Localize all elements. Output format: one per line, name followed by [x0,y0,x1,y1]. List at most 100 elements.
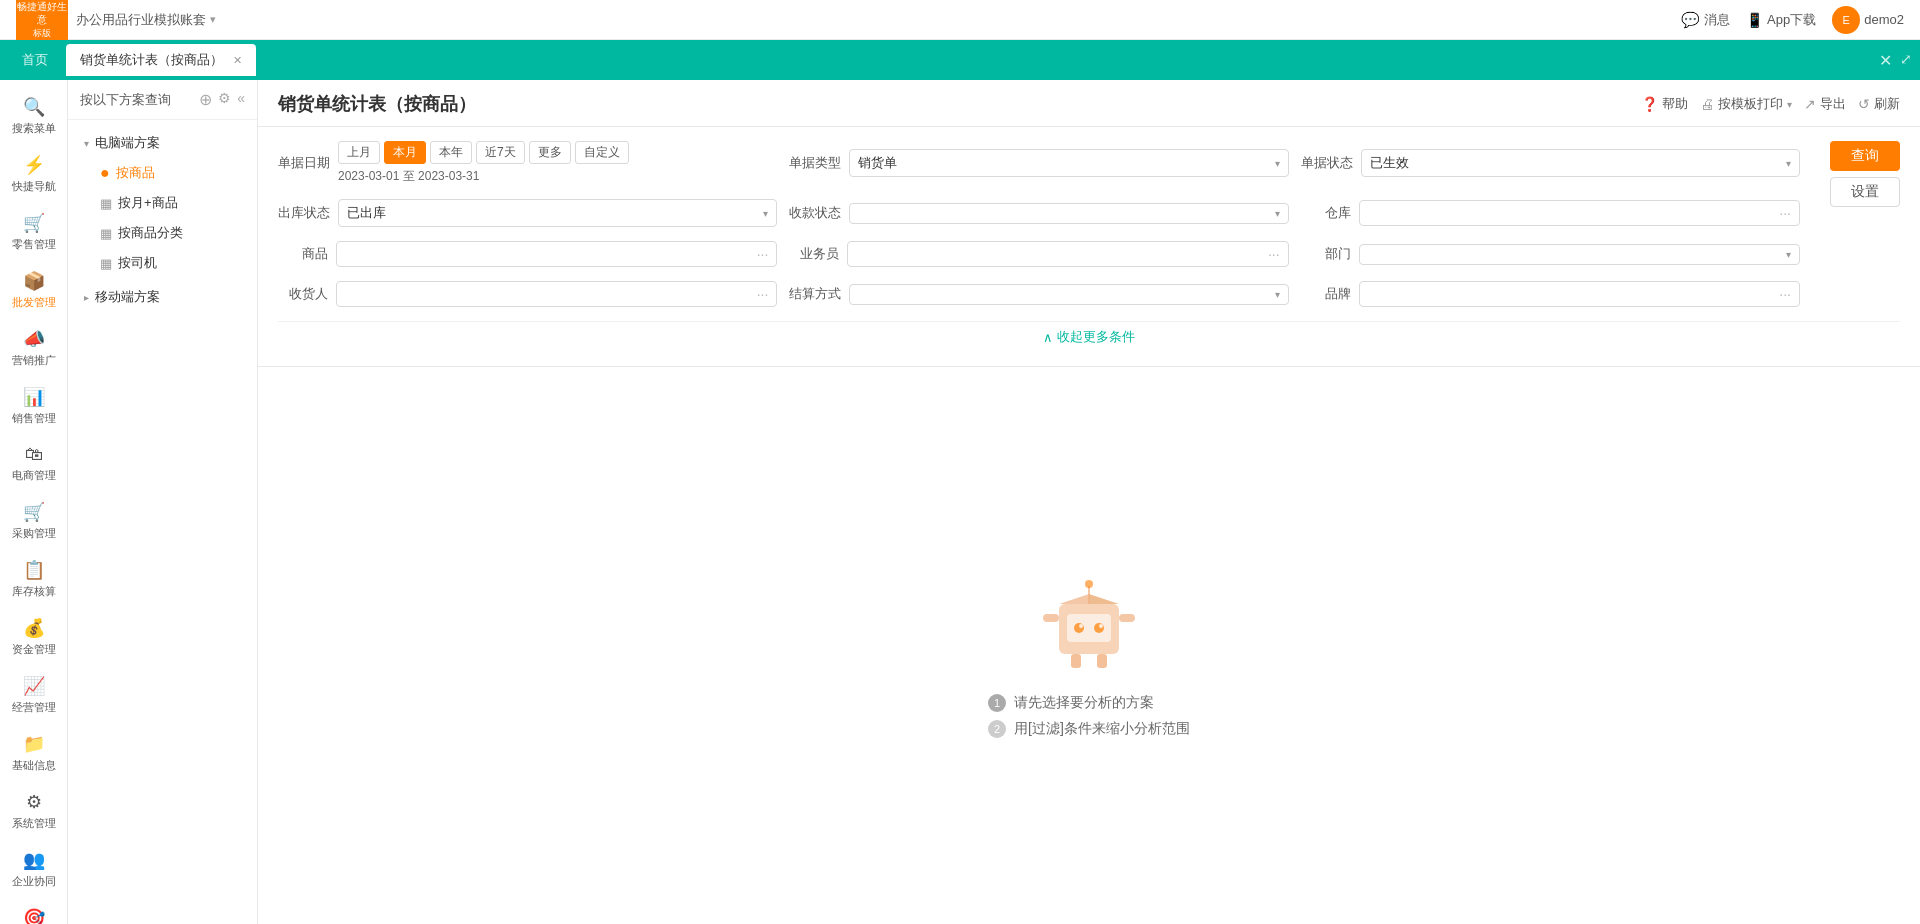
filter-pay-method-label: 结算方式 [789,285,849,303]
sidebar-header: 按以下方案查询 ⊕ ⚙ « [68,80,257,120]
sidebar-item-system[interactable]: ⚙ 系统管理 [2,783,66,839]
export-label: 导出 [1820,95,1846,113]
sidebar-item-wholesale[interactable]: 📦 批发管理 [2,262,66,318]
date-btn-custom[interactable]: 自定义 [575,141,629,164]
filter-type-select[interactable]: 销货单 ▾ [849,149,1288,177]
help-btn[interactable]: ❓ 帮助 [1641,95,1688,113]
sidebar-item-ecommerce[interactable]: 🛍 电商管理 [2,436,66,491]
sidebar-item-retail-label: 零售管理 [12,237,56,252]
refresh-label: 刷新 [1874,95,1900,113]
tree-item-by-category[interactable]: ▦ 按商品分类 [68,218,257,248]
marketing-icon: 📣 [23,328,45,350]
filter-pay-method-select[interactable]: ▾ [849,284,1288,305]
filter-dept-select[interactable]: ▾ [1359,244,1800,265]
filter-payment-label: 收款状态 [789,204,849,222]
filter-status-value: 已生效 [1370,154,1786,172]
tree-item-by-goods[interactable]: ● 按商品 [68,158,257,188]
tab-sales-stats[interactable]: 销货单统计表（按商品） ✕ [66,44,256,76]
svg-point-3 [1094,623,1104,633]
filter-wh-status-label: 出库状态 [278,204,338,222]
tab-maximize-icon[interactable]: ⤢ [1900,51,1912,70]
tree-by-month-icon: ▦ [100,196,112,211]
messages-btn[interactable]: 💬 消息 [1681,11,1730,29]
sidebar-add-icon[interactable]: ⊕ [199,90,212,109]
sidebar-item-purchase[interactable]: 🛒 采购管理 [2,493,66,549]
app-download-btn[interactable]: 📱 App下载 [1746,11,1816,29]
tabbar: 首页 销货单统计表（按商品） ✕ ✕ ⤢ [0,40,1920,80]
sidebar-item-marketing[interactable]: 📣 营销推广 [2,320,66,376]
staff-dots-icon[interactable]: ··· [1268,246,1280,262]
filter-row-2: 出库状态 已出库 ▾ 收款状态 ▾ 仓库 [278,199,1800,227]
print-btn[interactable]: 🖨 按模板打印 ▾ [1700,95,1792,113]
date-btn-more[interactable]: 更多 [529,141,571,164]
tab-home[interactable]: 首页 [8,44,62,76]
collapse-btn[interactable]: ∧ 收起更多条件 [278,321,1900,352]
date-btn-this-month[interactable]: 本月 [384,141,426,164]
workspace-title[interactable]: 办公用品行业模拟账套 ▾ [76,11,216,29]
help-label: 帮助 [1662,95,1688,113]
filter-goods-input[interactable]: ··· [336,241,777,267]
svg-rect-9 [1119,614,1135,622]
brand-dots-icon[interactable]: ··· [1779,286,1791,302]
filter-status-select[interactable]: 已生效 ▾ [1361,149,1800,177]
sidebar-item-basics-label: 基础信息 [12,758,56,773]
logo: 畅捷通好生意标版 [16,0,68,40]
svg-rect-1 [1067,614,1111,642]
filter-recipient-input[interactable]: ··· [336,281,777,307]
warehouse-dots-icon[interactable]: ··· [1779,205,1791,221]
refresh-btn[interactable]: ↺ 刷新 [1858,95,1900,113]
svg-rect-8 [1043,614,1059,622]
sidebar-collapse-icon[interactable]: « [237,90,245,109]
sidebar-item-sales[interactable]: 📊 销售管理 [2,378,66,434]
filter-brand-field: 品牌 ··· [1301,281,1800,307]
help-icon: ❓ [1641,96,1658,112]
status-arrow-icon: ▾ [1786,158,1791,169]
tree-item-mobile[interactable]: ▸ 移动端方案 [68,282,257,312]
filter-staff-input[interactable]: ··· [847,241,1288,267]
user-menu[interactable]: E demo2 [1832,6,1904,34]
sidebar-item-guide[interactable]: 🎯 新手引导 [2,899,66,924]
workspace-label: 办公用品行业模拟账套 [76,11,206,29]
sidebar-settings-icon[interactable]: ⚙ [218,90,231,109]
sidebar-item-inventory-label: 库存核算 [12,584,56,599]
svg-rect-7 [1097,654,1107,668]
sidebar-item-enterprise-label: 企业协同 [12,874,56,889]
sidebar-item-search-menu[interactable]: 🔍 搜索菜单 [2,88,66,144]
sidebar-item-retail[interactable]: 🛒 零售管理 [2,204,66,260]
export-btn[interactable]: ↗ 导出 [1804,95,1846,113]
sidebar-item-ecommerce-label: 电商管理 [12,468,56,483]
sidebar-item-quick-nav[interactable]: ⚡ 快捷导航 [2,146,66,202]
print-arrow-icon: ▾ [1787,99,1792,110]
date-btn-last-month[interactable]: 上月 [338,141,380,164]
tree-item-by-month-goods[interactable]: ▦ 按月+商品 [68,188,257,218]
sidebar-item-basics[interactable]: 📁 基础信息 [2,725,66,781]
page-header: 销货单统计表（按商品） ❓ 帮助 🖨 按模板打印 ▾ ↗ 导出 ↺ 刷新 [258,80,1920,127]
sidebar-item-operations[interactable]: 📈 经营管理 [2,667,66,723]
sidebar-tree: ▾ 电脑端方案 ● 按商品 ▦ 按月+商品 ▦ 按商品分类 ▦ 按司机 [68,120,257,924]
query-button[interactable]: 查询 [1830,141,1900,171]
sidebar-item-search-label: 搜索菜单 [12,121,56,136]
tree-item-desktop[interactable]: ▾ 电脑端方案 [68,128,257,158]
filter-goods-label: 商品 [278,245,336,263]
filter-brand-input[interactable]: ··· [1359,281,1800,307]
sidebar-item-enterprise[interactable]: 👥 企业协同 [2,841,66,897]
print-icon: 🖨 [1700,96,1714,112]
icon-sidebar: 🔍 搜索菜单 ⚡ 快捷导航 🛒 零售管理 📦 批发管理 📣 营销推广 📊 销售管… [0,80,68,924]
username-label: demo2 [1864,12,1904,27]
date-btn-7days[interactable]: 近7天 [476,141,525,164]
sidebar-item-finance[interactable]: 💰 资金管理 [2,609,66,665]
reset-button[interactable]: 设置 [1830,177,1900,207]
goods-dots-icon[interactable]: ··· [757,246,769,262]
date-btn-this-year[interactable]: 本年 [430,141,472,164]
sidebar-item-inventory[interactable]: 📋 库存核算 [2,551,66,607]
tab-close-window-icon[interactable]: ✕ [1879,51,1892,70]
tree-item-by-cashier[interactable]: ▦ 按司机 [68,248,257,278]
page-title: 销货单统计表（按商品） [278,92,476,116]
filter-payment-select[interactable]: ▾ [849,203,1288,224]
filter-warehouse-input[interactable]: ··· [1359,200,1800,226]
tab-close-icon[interactable]: ✕ [233,54,242,67]
filter-dept-field: 部门 ▾ [1301,244,1800,265]
tip-num-1: 1 [988,694,1006,712]
filter-wh-status-select[interactable]: 已出库 ▾ [338,199,777,227]
recipient-dots-icon[interactable]: ··· [757,286,769,302]
